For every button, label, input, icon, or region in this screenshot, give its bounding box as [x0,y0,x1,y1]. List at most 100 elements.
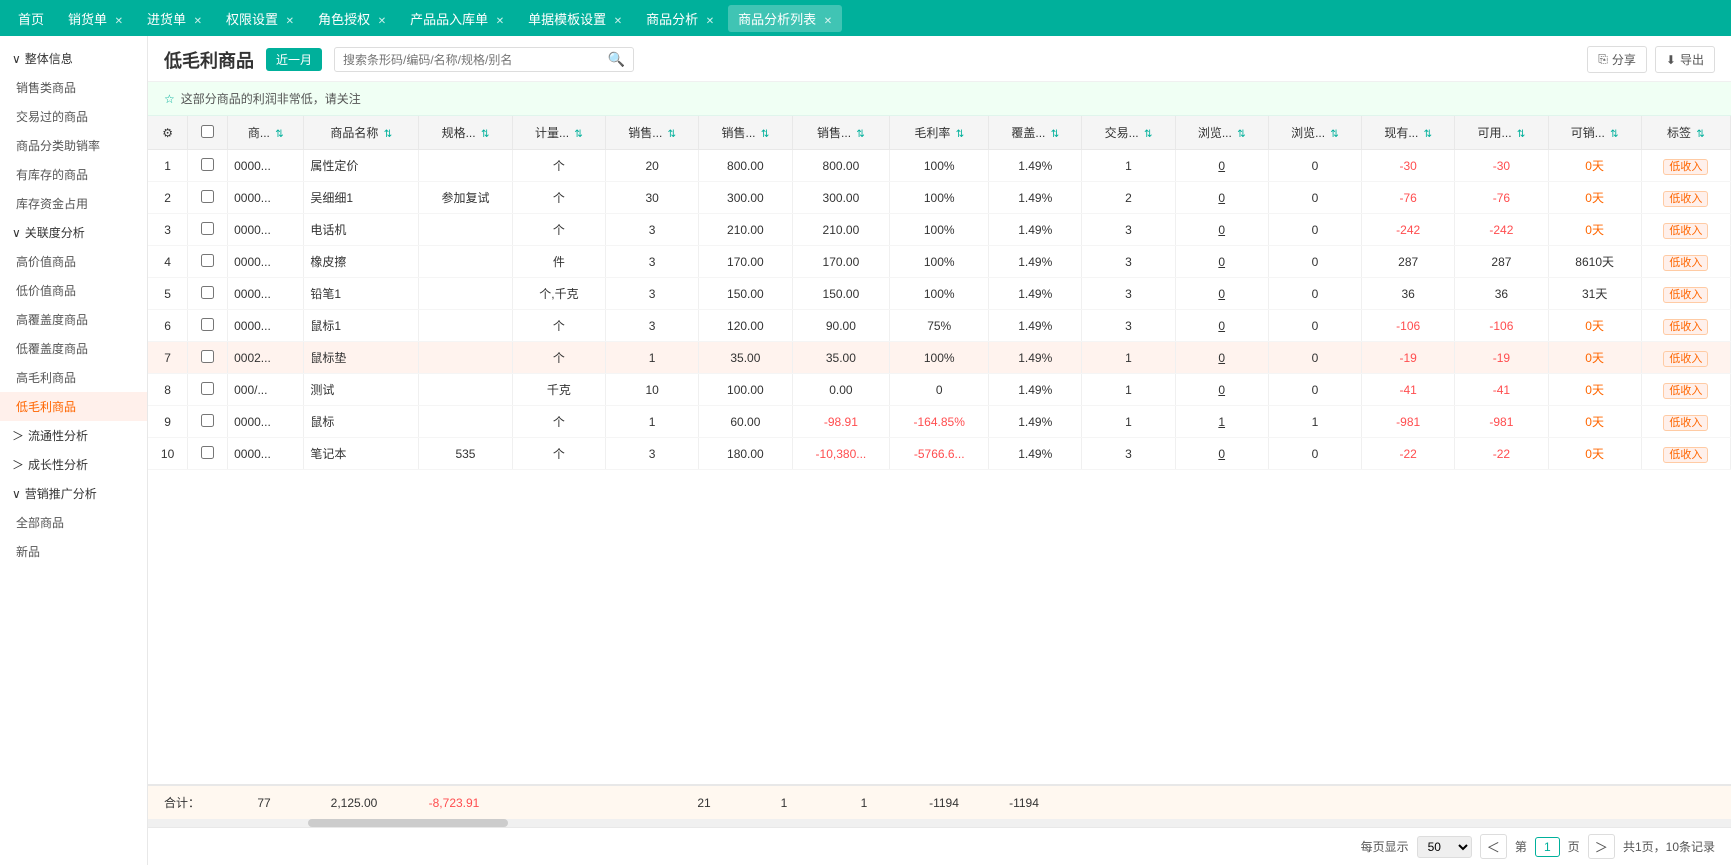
th-transaction[interactable]: 交易... ⇅ [1082,116,1175,150]
row-checkbox[interactable] [201,158,214,171]
td-name[interactable]: 铅笔1 [304,278,419,310]
th-browse2[interactable]: 浏览... ⇅ [1268,116,1361,150]
th-checkbox[interactable] [188,116,228,150]
sidebar-group-relevance[interactable]: ∨ 关联度分析 [0,218,147,247]
td-browse1[interactable]: 0 [1175,182,1268,214]
th-current-stock[interactable]: 现有... ⇅ [1362,116,1455,150]
sidebar-item-capital[interactable]: 库存资金占用 [0,189,147,218]
sidebar-group-overall[interactable]: ∨ 整体信息 [0,44,147,73]
td-browse1[interactable]: 0 [1175,246,1268,278]
nav-product-entry-close[interactable]: ✕ [496,16,504,27]
row-checkbox[interactable] [201,190,214,203]
td-checkbox[interactable] [188,342,228,374]
sidebar-item-category-rate[interactable]: 商品分类助销率 [0,131,147,160]
td-checkbox[interactable] [188,214,228,246]
sidebar-group-circulation[interactable]: ＞ 流通性分析 [0,421,147,450]
td-name[interactable]: 属性定价 [304,150,419,182]
th-sales-price[interactable]: 销售... ⇅ [699,116,792,150]
td-browse1[interactable]: 0 [1175,150,1268,182]
sidebar-item-high-margin[interactable]: 高毛利商品 [0,363,147,392]
th-available[interactable]: 可用... ⇅ [1455,116,1548,150]
prev-page-btn[interactable]: ＜ [1480,834,1507,859]
nav-template-close[interactable]: ✕ [614,16,622,27]
nav-template[interactable]: 单据模板设置 ✕ [518,5,632,32]
nav-roles[interactable]: 角色授权 ✕ [308,5,396,32]
td-checkbox[interactable] [188,406,228,438]
td-browse1[interactable]: 0 [1175,342,1268,374]
row-checkbox[interactable] [201,350,214,363]
td-checkbox[interactable] [188,374,228,406]
nav-purchase-close[interactable]: ✕ [194,16,202,27]
nav-product-analysis-list[interactable]: 商品分析列表 ✕ [728,5,842,32]
td-name[interactable]: 鼠标垫 [304,342,419,374]
table-container[interactable]: ⚙ 商... ⇅ 商品名称 ⇅ 规格... ⇅ 计量... ⇅ 销售... ⇅ … [148,116,1731,784]
th-sales-amount[interactable]: 销售... ⇅ [792,116,890,150]
td-browse1[interactable]: 0 [1175,374,1268,406]
sidebar-item-high-value[interactable]: 高价值商品 [0,247,147,276]
row-checkbox[interactable] [201,222,214,235]
sidebar-item-traded-goods[interactable]: 交易过的商品 [0,102,147,131]
row-checkbox[interactable] [201,286,214,299]
sidebar-item-new-goods[interactable]: 新品 [0,537,147,566]
nav-permissions-close[interactable]: ✕ [286,16,294,27]
th-unit[interactable]: 计量... ⇅ [512,116,605,150]
td-checkbox[interactable] [188,438,228,470]
td-checkbox[interactable] [188,182,228,214]
th-spec[interactable]: 规格... ⇅ [419,116,513,150]
th-browse1[interactable]: 浏览... ⇅ [1175,116,1268,150]
scrollbar-thumb[interactable] [308,819,508,827]
td-browse1[interactable]: 0 [1175,438,1268,470]
nav-roles-close[interactable]: ✕ [378,16,386,27]
row-checkbox[interactable] [201,254,214,267]
th-gross-margin[interactable]: 毛利率 ⇅ [890,116,989,150]
th-name[interactable]: 商品名称 ⇅ [304,116,419,150]
td-browse1[interactable]: 1 [1175,406,1268,438]
td-checkbox[interactable] [188,278,228,310]
row-checkbox[interactable] [201,446,214,459]
nav-purchase[interactable]: 进货单 ✕ [137,5,212,32]
search-icon[interactable]: 🔍 [608,51,625,68]
td-name[interactable]: 橡皮擦 [304,246,419,278]
sidebar-item-sales-goods[interactable]: 销售类商品 [0,73,147,102]
td-name[interactable]: 电话机 [304,214,419,246]
sidebar-item-low-margin[interactable]: 低毛利商品 [0,392,147,421]
search-input[interactable] [343,53,602,67]
th-code[interactable]: 商... ⇅ [228,116,304,150]
row-checkbox[interactable] [201,414,214,427]
share-button[interactable]: ⎘ 分享 [1587,46,1647,73]
td-browse1[interactable]: 0 [1175,278,1268,310]
row-checkbox[interactable] [201,318,214,331]
sidebar-item-low-value[interactable]: 低价值商品 [0,276,147,305]
td-name[interactable]: 吴细细1 [304,182,419,214]
td-checkbox[interactable] [188,310,228,342]
td-checkbox[interactable] [188,150,228,182]
nav-product-analysis-list-close[interactable]: ✕ [824,16,832,27]
th-tag[interactable]: 标签 ⇅ [1641,116,1730,150]
nav-product-analysis-close[interactable]: ✕ [706,16,714,27]
th-sellable[interactable]: 可销... ⇅ [1548,116,1641,150]
horizontal-scrollbar[interactable] [148,819,1731,827]
td-name[interactable]: 笔记本 [304,438,419,470]
sidebar-item-low-coverage[interactable]: 低覆盖度商品 [0,334,147,363]
th-sales-qty[interactable]: 销售... ⇅ [606,116,699,150]
sidebar-item-high-coverage[interactable]: 高覆盖度商品 [0,305,147,334]
nav-home[interactable]: 首页 [8,5,54,32]
td-browse1[interactable]: 0 [1175,310,1268,342]
period-button[interactable]: 近一月 [266,48,322,71]
sidebar-group-growth[interactable]: ＞ 成长性分析 [0,450,147,479]
sidebar-item-all-goods[interactable]: 全部商品 [0,508,147,537]
th-coverage[interactable]: 覆盖... ⇅ [989,116,1082,150]
td-browse1[interactable]: 0 [1175,214,1268,246]
nav-permissions[interactable]: 权限设置 ✕ [216,5,304,32]
export-button[interactable]: ⬇ 导出 [1655,46,1715,73]
td-name[interactable]: 测试 [304,374,419,406]
nav-product-entry[interactable]: 产品品入库单 ✕ [400,5,514,32]
td-checkbox[interactable] [188,246,228,278]
nav-sales[interactable]: 销货单 ✕ [58,5,133,32]
nav-sales-close[interactable]: ✕ [115,16,123,27]
nav-product-analysis[interactable]: 商品分析 ✕ [636,5,724,32]
select-all-checkbox[interactable] [201,125,214,138]
sidebar-item-inventory-goods[interactable]: 有库存的商品 [0,160,147,189]
row-checkbox[interactable] [201,382,214,395]
td-name[interactable]: 鼠标1 [304,310,419,342]
